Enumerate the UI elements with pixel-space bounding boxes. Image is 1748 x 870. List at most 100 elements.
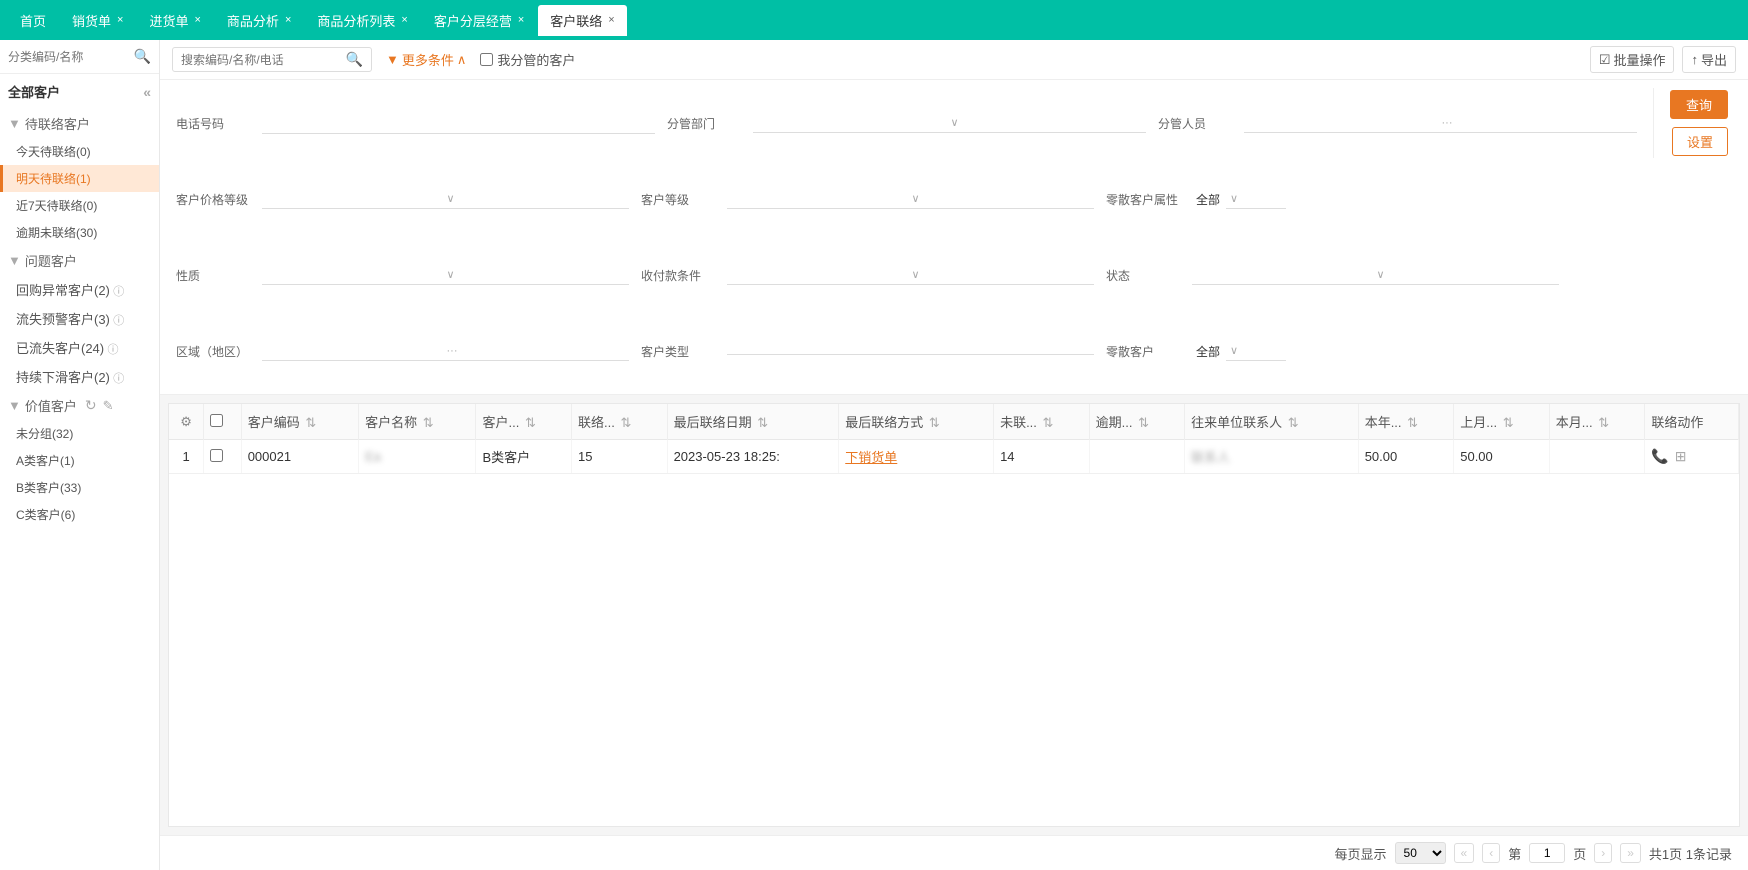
sidebar-item-churn-warning[interactable]: 流失预警客户(3) ⓘ bbox=[0, 304, 159, 333]
zero-attr-select[interactable]: ∨ bbox=[1226, 189, 1286, 209]
column-settings-icon[interactable]: ⚙ bbox=[180, 414, 192, 429]
first-page-btn[interactable]: « bbox=[1454, 843, 1475, 863]
search-icon[interactable]: 🔍 bbox=[346, 51, 363, 68]
nav-home[interactable]: 首页 bbox=[8, 5, 58, 36]
checkbox-icon: ☑ bbox=[1599, 52, 1611, 68]
status-arrow-icon: ∨ bbox=[1377, 268, 1556, 281]
close-customer-layering-icon[interactable]: × bbox=[518, 14, 524, 26]
price-level-field: 客户价格等级 ∨ bbox=[176, 189, 629, 209]
sort-code-icon[interactable]: ⇅ bbox=[305, 415, 316, 430]
select-all-checkbox[interactable] bbox=[210, 414, 223, 427]
sidebar-all-customers[interactable]: 全部客户 « bbox=[0, 74, 159, 109]
sort-this-month-icon[interactable]: ⇅ bbox=[1598, 415, 1609, 430]
total-records: 共1页 1条记录 bbox=[1649, 844, 1732, 863]
sidebar-item-class-c[interactable]: C类客户(6) bbox=[0, 501, 159, 528]
sidebar-item-declining[interactable]: 持续下滑客户(2) ⓘ bbox=[0, 362, 159, 391]
sidebar-item-class-b[interactable]: B类客户(33) bbox=[0, 474, 159, 501]
sidebar-item-overdue-contact[interactable]: 逾期未联络(30) bbox=[0, 219, 159, 246]
sort-overdue-icon[interactable]: ⇅ bbox=[1138, 415, 1149, 430]
row-checkbox[interactable] bbox=[210, 449, 223, 462]
zero-customer-select[interactable]: ∨ bbox=[1226, 341, 1286, 361]
page-input[interactable] bbox=[1529, 843, 1565, 863]
customer-level-label: 客户等级 bbox=[641, 191, 721, 208]
nav-purchase-order[interactable]: 进货单 × bbox=[137, 5, 212, 36]
sidebar-item-today-pending[interactable]: 今天待联络(0) bbox=[0, 138, 159, 165]
sidebar-search-input[interactable] bbox=[8, 50, 130, 64]
next-page-btn[interactable]: › bbox=[1594, 843, 1612, 863]
filter-actions: 查询 设置 bbox=[1670, 90, 1732, 156]
info-icon-churn-warning: ⓘ bbox=[113, 315, 124, 327]
set-button[interactable]: 设置 bbox=[1672, 127, 1728, 156]
filter-row-3: 性质 ∨ 收付款条件 ∨ 状态 bbox=[176, 240, 1732, 310]
nav-sales-order[interactable]: 销货单 × bbox=[60, 5, 135, 36]
nav-product-analysis[interactable]: 商品分析 × bbox=[215, 5, 303, 36]
sort-name-icon[interactable]: ⇅ bbox=[423, 415, 434, 430]
my-customers-checkbox-label[interactable]: 我分管的客户 bbox=[480, 50, 575, 69]
prev-page-btn[interactable]: ‹ bbox=[1482, 843, 1500, 863]
sort-company-icon[interactable]: ⇅ bbox=[1288, 415, 1299, 430]
td-this-year: 50.00 bbox=[1358, 440, 1454, 474]
search-input[interactable] bbox=[181, 53, 342, 67]
sort-type-icon[interactable]: ⇅ bbox=[525, 415, 536, 430]
last-way-link[interactable]: 下销货单 bbox=[845, 450, 897, 465]
area-select[interactable]: ··· bbox=[262, 342, 629, 361]
th-settings: ⚙ bbox=[169, 404, 204, 440]
td-type: B类客户 bbox=[476, 440, 572, 474]
edit-icon[interactable]: ✎ bbox=[103, 398, 114, 414]
sort-contacts-icon[interactable]: ⇅ bbox=[620, 415, 631, 430]
export-btn[interactable]: ↑ 导出 bbox=[1682, 46, 1736, 73]
info-icon-churned: ⓘ bbox=[107, 344, 118, 356]
customer-type-select[interactable] bbox=[727, 348, 1094, 355]
sort-no-contact-icon[interactable]: ⇅ bbox=[1043, 415, 1054, 430]
sort-last-month-icon[interactable]: ⇅ bbox=[1503, 415, 1514, 430]
sidebar-item-7days-pending[interactable]: 近7天待联络(0) bbox=[0, 192, 159, 219]
sidebar-item-tomorrow-pending[interactable]: 明天待联络(1) bbox=[0, 165, 159, 192]
more-conditions-btn[interactable]: ▼ 更多条件 ∧ bbox=[380, 47, 472, 72]
th-code: 客户编码 ⇅ bbox=[241, 404, 358, 440]
sort-this-year-icon[interactable]: ⇅ bbox=[1407, 415, 1418, 430]
nature-field: 性质 ∨ bbox=[176, 265, 629, 285]
sort-last-way-icon[interactable]: ⇅ bbox=[929, 415, 940, 430]
nav-customer-contact[interactable]: 客户联络 × bbox=[538, 5, 626, 36]
sort-last-date-icon[interactable]: ⇅ bbox=[757, 415, 768, 430]
sidebar-item-churned[interactable]: 已流失客户(24) ⓘ bbox=[0, 333, 159, 362]
close-sales-order-icon[interactable]: × bbox=[117, 14, 123, 26]
td-last-way: 下销货单 bbox=[839, 440, 994, 474]
phone-input[interactable] bbox=[262, 113, 655, 134]
last-page-btn[interactable]: » bbox=[1620, 843, 1641, 863]
my-customers-checkbox[interactable] bbox=[480, 53, 493, 66]
per-page-label: 每页显示 bbox=[1335, 844, 1387, 863]
call-action-icon[interactable]: 📞 bbox=[1651, 448, 1668, 465]
sidebar-group-value-customers: ▼ 价值客户 ↻ ✎ bbox=[0, 391, 159, 420]
close-product-analysis-list-icon[interactable]: × bbox=[401, 14, 407, 26]
th-checkbox bbox=[204, 404, 241, 440]
refresh-icon[interactable]: ↻ bbox=[85, 397, 97, 414]
query-button[interactable]: 查询 bbox=[1670, 90, 1728, 119]
nav-customer-layering[interactable]: 客户分层经营 × bbox=[422, 5, 536, 36]
per-page-select[interactable]: 50 100 200 bbox=[1395, 842, 1446, 864]
nav-product-analysis-list[interactable]: 商品分析列表 × bbox=[305, 5, 419, 36]
payment-select[interactable]: ∨ bbox=[727, 265, 1094, 285]
sidebar-search-icon[interactable]: 🔍 bbox=[134, 48, 151, 65]
batch-operation-btn[interactable]: ☑ 批量操作 bbox=[1590, 46, 1675, 73]
price-level-arrow-icon: ∨ bbox=[447, 192, 626, 205]
sidebar-item-class-a[interactable]: A类客户(1) bbox=[0, 447, 159, 474]
customer-level-select[interactable]: ∨ bbox=[727, 189, 1094, 209]
close-purchase-order-icon[interactable]: × bbox=[194, 14, 200, 26]
page-suffix: 页 bbox=[1573, 844, 1586, 863]
person-select[interactable]: ··· bbox=[1244, 114, 1637, 133]
dept-select[interactable]: ∨ bbox=[753, 113, 1146, 133]
nature-select[interactable]: ∨ bbox=[262, 265, 629, 285]
close-product-analysis-icon[interactable]: × bbox=[285, 14, 291, 26]
filter-row-1: 电话号码 分管部门 ∨ 分管人员 ··· bbox=[176, 88, 1732, 158]
close-customer-contact-icon[interactable]: × bbox=[608, 14, 614, 26]
more-action-icon[interactable]: ⊞ bbox=[1675, 448, 1687, 465]
filter-bar: 🔍 ▼ 更多条件 ∧ 我分管的客户 ☑ 批量操作 ↑ 导出 bbox=[160, 40, 1748, 80]
price-level-select[interactable]: ∨ bbox=[262, 189, 629, 209]
search-box: 🔍 bbox=[172, 47, 372, 72]
sidebar-collapse-icon[interactable]: « bbox=[143, 84, 151, 100]
price-level-label: 客户价格等级 bbox=[176, 191, 256, 208]
sidebar-item-unclassified[interactable]: 未分组(32) bbox=[0, 420, 159, 447]
sidebar-item-repurchase-abnormal[interactable]: 回购异常客户(2) ⓘ bbox=[0, 275, 159, 304]
status-select[interactable]: ∨ bbox=[1192, 265, 1559, 285]
